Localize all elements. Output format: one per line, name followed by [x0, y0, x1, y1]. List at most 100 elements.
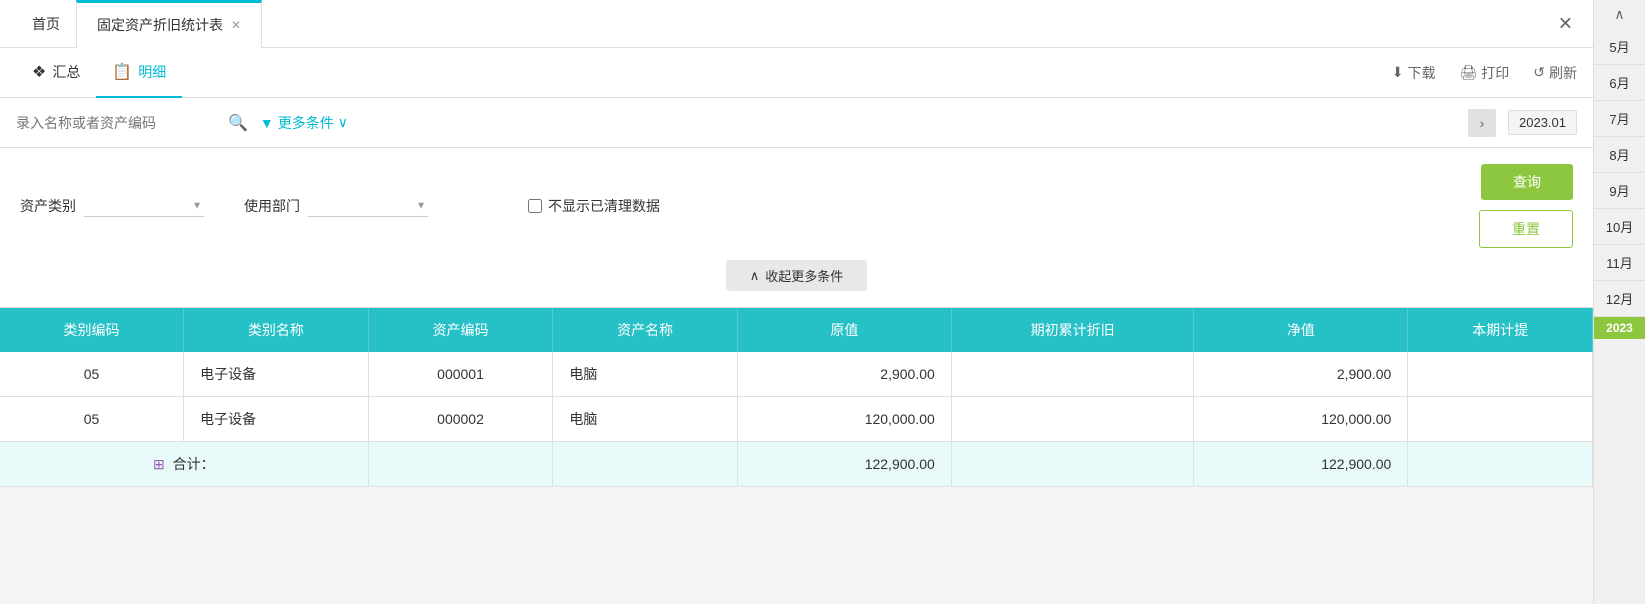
- table-header: 类别编码 类别名称 资产编码 资产名称 原值 期初累计折旧 净值 本期计提: [0, 308, 1593, 352]
- filter-area: 资产类别 ▼ 使用部门 ▼ 不显示已清理数: [0, 148, 1593, 308]
- use-dept-select[interactable]: [308, 196, 428, 217]
- month-5[interactable]: 5月: [1594, 29, 1645, 65]
- query-button[interactable]: 查询: [1481, 164, 1573, 200]
- window-close-icon[interactable]: ✕: [1558, 13, 1573, 34]
- year-badge[interactable]: 2023: [1594, 317, 1645, 339]
- hide-cleared-filter: 不显示已清理数据: [528, 196, 660, 216]
- search-icon[interactable]: 🔍: [228, 113, 248, 133]
- total-label: 合计：: [173, 456, 215, 472]
- table-body: 05 电子设备 000001 电脑 2,900.00 2,900.00 05 电…: [0, 352, 1593, 487]
- table-total-row: ⊞ 合计： 122,900.00 122,900.00: [0, 442, 1593, 487]
- cell-original-value: 120,000.00: [737, 397, 951, 442]
- download-icon: ⬇: [1392, 64, 1404, 81]
- refresh-button[interactable]: ↺ 刷新: [1533, 63, 1577, 83]
- search-input[interactable]: [16, 115, 216, 131]
- cell-asset-code: 000002: [368, 397, 553, 442]
- hide-cleared-label: 不显示已清理数据: [548, 196, 660, 216]
- col-asset-code: 资产编码: [368, 308, 553, 352]
- detail-icon: 📋: [112, 62, 132, 82]
- col-original-value: 原值: [737, 308, 951, 352]
- col-current-depreciation: 本期计提: [1408, 308, 1593, 352]
- month-11[interactable]: 11月: [1594, 245, 1645, 281]
- collapse-icon: ∧: [750, 268, 760, 284]
- collapse-filters-button[interactable]: ∧ 收起更多条件: [726, 260, 868, 291]
- active-tab[interactable]: 固定资产折旧统计表 ✕: [76, 0, 262, 48]
- filter-label: 更多条件: [278, 113, 334, 133]
- cell-net-value: 2,900.00: [1194, 352, 1408, 397]
- reset-button[interactable]: 重置: [1479, 210, 1573, 248]
- col-category-name: 类别名称: [184, 308, 369, 352]
- total-label-cell: ⊞ 合计：: [0, 442, 368, 487]
- search-bar: 🔍 ▼ 更多条件 ∨ › 2023.01: [0, 98, 1593, 148]
- cell-asset-code: 000001: [368, 352, 553, 397]
- cell-category-code: 05: [0, 397, 184, 442]
- cell-category-name: 电子设备: [184, 352, 369, 397]
- filter-icon: ▼: [260, 115, 274, 131]
- cell-current-depreciation: [1408, 397, 1593, 442]
- download-button[interactable]: ⬇ 下载: [1392, 63, 1436, 83]
- cell-net-value: 120,000.00: [1194, 397, 1408, 442]
- total-accumulated-depreciation: [951, 442, 1194, 487]
- cell-asset-name: 电脑: [553, 352, 738, 397]
- tab-title: 固定资产折旧统计表: [97, 15, 223, 35]
- total-current-depreciation: [1408, 442, 1593, 487]
- month-6[interactable]: 6月: [1594, 65, 1645, 101]
- print-icon: 🖨: [1459, 64, 1477, 81]
- month-10[interactable]: 10月: [1594, 209, 1645, 245]
- scroll-up-button[interactable]: ∧: [1594, 0, 1645, 29]
- print-label: 打印: [1481, 63, 1509, 83]
- more-filters-button[interactable]: ▼ 更多条件 ∨: [260, 113, 348, 133]
- total-icon: ⊞: [153, 456, 165, 472]
- col-net-value: 净值: [1194, 308, 1408, 352]
- tab-summary[interactable]: ❖ 汇总: [16, 48, 96, 98]
- date-badge: 2023.01: [1508, 110, 1577, 135]
- sub-tabs-bar: ❖ 汇总 📋 明细 ⬇ 下载 🖨 打印 ↺ 刷新: [0, 48, 1593, 98]
- top-nav: 首页 固定资产折旧统计表 ✕ ✕: [0, 0, 1593, 48]
- download-label: 下载: [1407, 63, 1435, 83]
- filter-row-2: ∧ 收起更多条件: [20, 260, 1573, 291]
- month-9[interactable]: 9月: [1594, 173, 1645, 209]
- use-dept-filter: 使用部门 ▼: [244, 196, 428, 217]
- total-empty-1: [368, 442, 553, 487]
- cell-current-depreciation: [1408, 352, 1593, 397]
- cell-accumulated-depreciation: [951, 352, 1194, 397]
- hide-cleared-checkbox[interactable]: [528, 199, 542, 213]
- month-7[interactable]: 7月: [1594, 101, 1645, 137]
- toolbar-actions: ⬇ 下载 🖨 打印 ↺ 刷新: [1392, 63, 1577, 83]
- filter-row-1: 资产类别 ▼ 使用部门 ▼ 不显示已清理数: [20, 164, 1573, 248]
- chevron-down-icon: ∨: [338, 114, 348, 131]
- data-table: 类别编码 类别名称 资产编码 资产名称 原值 期初累计折旧 净值 本期计提 05…: [0, 308, 1593, 487]
- cell-asset-name: 电脑: [553, 397, 738, 442]
- col-category-code: 类别编码: [0, 308, 184, 352]
- use-dept-select-wrapper: ▼: [308, 196, 428, 217]
- summary-icon: ❖: [32, 62, 46, 82]
- cell-category-code: 05: [0, 352, 184, 397]
- col-accumulated-depreciation: 期初累计折旧: [951, 308, 1194, 352]
- month-12[interactable]: 12月: [1594, 281, 1645, 317]
- cell-original-value: 2,900.00: [737, 352, 951, 397]
- total-empty-2: [553, 442, 738, 487]
- table-row: 05 电子设备 000002 电脑 120,000.00 120,000.00: [0, 397, 1593, 442]
- col-asset-name: 资产名称: [553, 308, 738, 352]
- tab-detail-label: 明细: [138, 62, 166, 82]
- table-row: 05 电子设备 000001 电脑 2,900.00 2,900.00: [0, 352, 1593, 397]
- data-table-container: 类别编码 类别名称 资产编码 资产名称 原值 期初累计折旧 净值 本期计提 05…: [0, 308, 1593, 487]
- asset-category-label: 资产类别: [20, 196, 76, 216]
- tab-summary-label: 汇总: [52, 62, 80, 82]
- refresh-label: 刷新: [1549, 63, 1577, 83]
- nav-right-arrow[interactable]: ›: [1468, 109, 1496, 137]
- total-original-value: 122,900.00: [737, 442, 951, 487]
- refresh-icon: ↺: [1533, 64, 1545, 81]
- asset-category-select[interactable]: [84, 196, 204, 217]
- month-8[interactable]: 8月: [1594, 137, 1645, 173]
- cell-accumulated-depreciation: [951, 397, 1194, 442]
- collapse-label: 收起更多条件: [765, 266, 843, 285]
- asset-category-filter: 资产类别 ▼: [20, 196, 204, 217]
- tab-close-icon[interactable]: ✕: [231, 18, 241, 32]
- right-panel: ∧ 5月 6月 7月 8月 9月 10月 11月 12月 2023: [1593, 0, 1645, 604]
- cell-category-name: 电子设备: [184, 397, 369, 442]
- home-link[interactable]: 首页: [16, 14, 76, 34]
- use-dept-label: 使用部门: [244, 196, 300, 216]
- tab-detail[interactable]: 📋 明细: [96, 48, 182, 98]
- print-button[interactable]: 🖨 打印: [1459, 63, 1509, 83]
